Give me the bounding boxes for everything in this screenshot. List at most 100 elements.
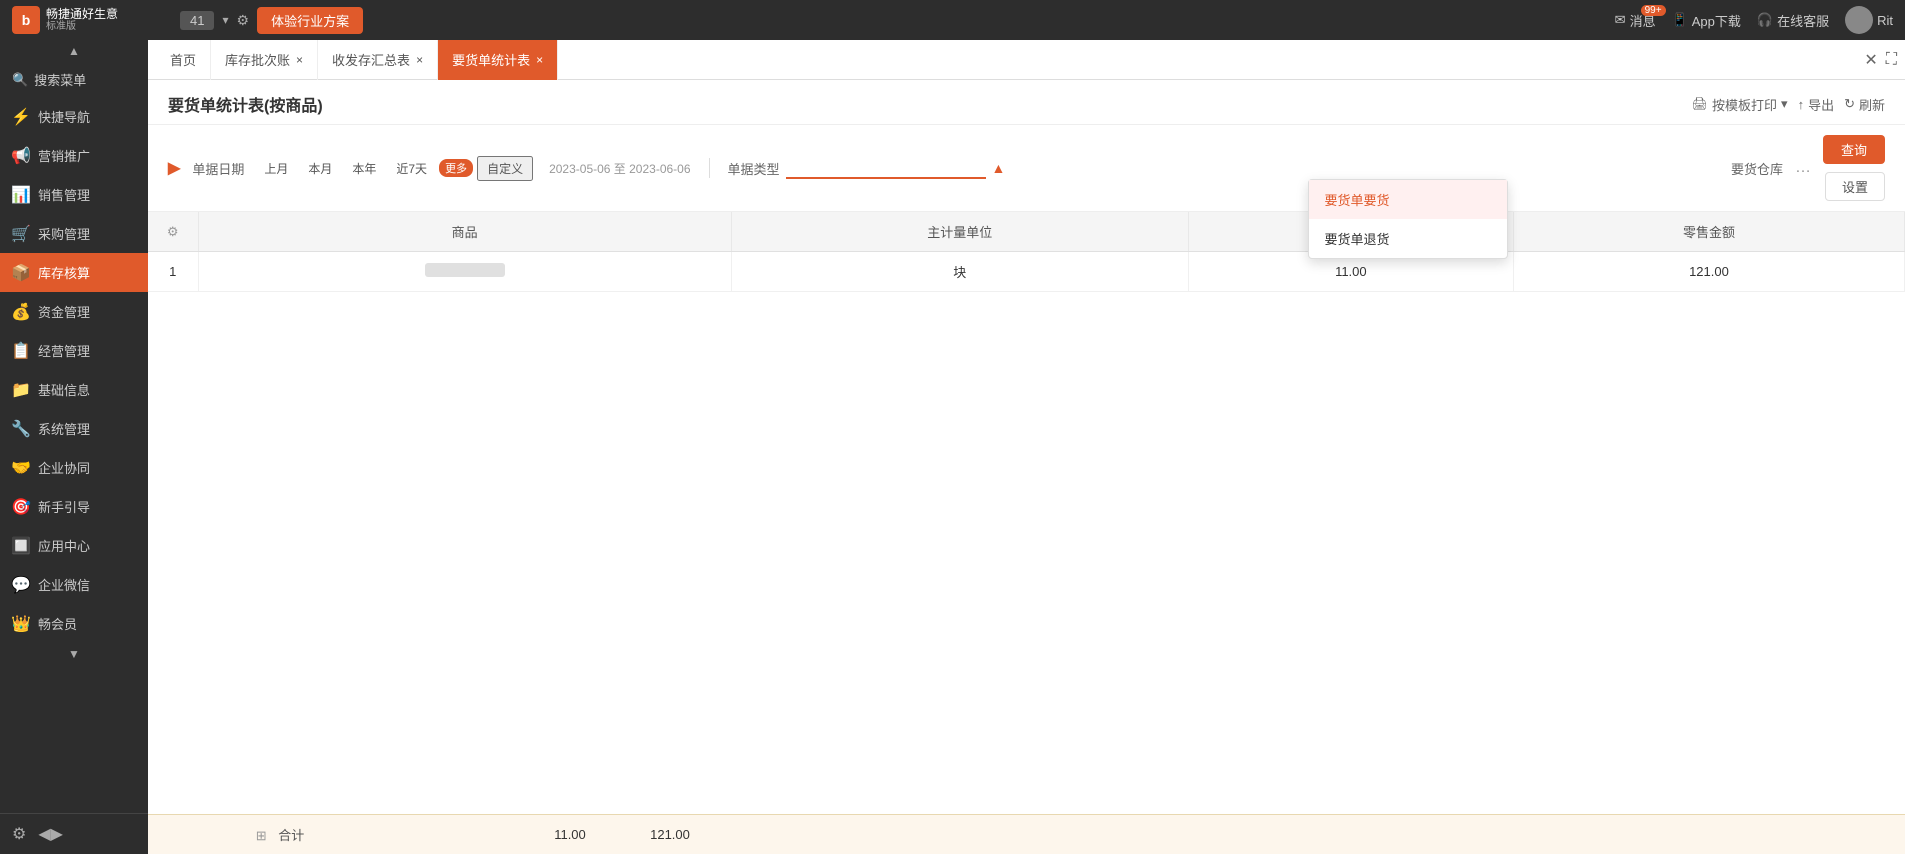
date-filter-label: 单据日期 xyxy=(192,159,244,178)
query-button[interactable]: 查询 xyxy=(1823,135,1885,164)
filter-bar: ▶ 单据日期 上月 本月 本年 近7天 更多 自定义 2023-05-06 至 … xyxy=(148,125,1905,212)
sidebar-item-enterprise[interactable]: 🤝 企业协同 xyxy=(0,448,148,487)
th-gear[interactable]: ⚙ xyxy=(148,212,198,252)
tab-label: 要货单统计表 xyxy=(452,50,530,69)
settings-button[interactable]: 设置 xyxy=(1825,172,1885,201)
content-area: 首页 库存批次账 × 收发存汇总表 × 要货单统计表 × ✕ ⛶ 要 xyxy=(148,40,1905,854)
tab-receive-summary[interactable]: 收发存汇总表 × xyxy=(318,40,438,80)
tab-bar-close-icon[interactable]: ✕ xyxy=(1864,50,1877,70)
th-amount: 零售金额 xyxy=(1513,212,1904,252)
tab-order-stats[interactable]: 要货单统计表 × xyxy=(438,40,558,80)
trial-button[interactable]: 体验行业方案 xyxy=(257,7,363,34)
dropdown-item-order-return[interactable]: 要货单退货 xyxy=(1309,219,1507,258)
dropdown-item-order-goods[interactable]: 要货单要货 xyxy=(1309,180,1507,219)
settings-icon[interactable]: ⚙ xyxy=(12,824,26,844)
warehouse-filter-label: 要货仓库 xyxy=(1731,159,1783,178)
sidebar-scroll-up[interactable]: ▲ xyxy=(0,40,148,62)
page-header: 要货单统计表(按商品) 🖨 按模板打印 ▾ ↑ 导出 ↻ 刷新 xyxy=(148,80,1905,125)
print-icon: 🖨 xyxy=(1692,96,1709,112)
date-prev-month[interactable]: 上月 xyxy=(256,158,296,179)
table-area: ⚙ 商品 主计量单位 主数量 零售金额 1 xyxy=(148,212,1905,814)
table-settings-icon[interactable]: ⚙ xyxy=(167,224,179,239)
tab-dropdown-arrow[interactable]: ▾ xyxy=(222,13,228,27)
message-icon: ✉ xyxy=(1615,12,1626,28)
sidebar-item-basic[interactable]: 📁 基础信息 xyxy=(0,370,148,409)
warehouse-more-icon[interactable]: … xyxy=(1795,159,1811,177)
footer-qty: 11.00 xyxy=(520,827,620,842)
sidebar-item-inventory[interactable]: 📦 库存核算 xyxy=(0,253,148,292)
tab-bar: 首页 库存批次账 × 收发存汇总表 × 要货单统计表 × ✕ ⛶ xyxy=(148,40,1905,80)
user-area[interactable]: Rit xyxy=(1845,6,1893,34)
system-icon: 🔧 xyxy=(12,420,30,438)
tab-home[interactable]: 首页 xyxy=(156,40,211,80)
date-last-7days[interactable]: 近7天 xyxy=(388,158,435,179)
type-filter-input[interactable] xyxy=(786,158,986,179)
refresh-button[interactable]: ↻ 刷新 xyxy=(1844,95,1885,114)
tab-close-icon[interactable]: × xyxy=(536,53,543,67)
logo-icon: b xyxy=(12,6,40,34)
sidebar-item-system[interactable]: 🔧 系统管理 xyxy=(0,409,148,448)
service-label: 在线客服 xyxy=(1777,11,1829,30)
sidebar-item-marketing[interactable]: 📢 营销推广 xyxy=(0,136,148,175)
print-button[interactable]: 🖨 按模板打印 ▾ xyxy=(1692,95,1788,114)
sidebar-item-purchase[interactable]: 🛒 采购管理 xyxy=(0,214,148,253)
operation-icon: 📋 xyxy=(12,342,30,360)
sidebar-item-label: 快捷导航 xyxy=(38,107,90,126)
table-header-row: ⚙ 商品 主计量单位 主数量 零售金额 xyxy=(148,212,1905,252)
sidebar-item-wechat[interactable]: 💬 企业微信 xyxy=(0,565,148,604)
sidebar-item-label: 新手引导 xyxy=(38,497,90,516)
filter-expand-icon[interactable]: ▶ xyxy=(168,158,180,178)
sidebar-item-finance[interactable]: 💰 资金管理 xyxy=(0,292,148,331)
sidebar-item-sales[interactable]: 📊 销售管理 xyxy=(0,175,148,214)
sidebar-item-newbie[interactable]: 🎯 新手引导 xyxy=(0,487,148,526)
tab-bar-right: ✕ ⛶ xyxy=(1864,50,1897,70)
sidebar-item-operation[interactable]: 📋 经营管理 xyxy=(0,331,148,370)
date-more-badge[interactable]: 更多 xyxy=(439,159,473,177)
service-icon: 🎧 xyxy=(1757,12,1773,28)
date-this-month[interactable]: 本月 xyxy=(300,158,340,179)
date-custom[interactable]: 自定义 xyxy=(477,156,533,181)
header-gear-icon[interactable]: ⚙ xyxy=(237,12,250,29)
online-service[interactable]: 🎧 在线客服 xyxy=(1757,11,1829,30)
sidebar-item-vip[interactable]: 👑 畅会员 xyxy=(0,604,148,643)
sidebar-item-quick-nav[interactable]: ⚡ 快捷导航 xyxy=(0,97,148,136)
sidebar-item-label: 营销推广 xyxy=(38,146,90,165)
collapse-icon[interactable]: ◀▶ xyxy=(38,824,63,844)
finance-icon: 💰 xyxy=(12,303,30,321)
sidebar: ▲ 🔍 搜索菜单 ⚡ 快捷导航 📢 营销推广 📊 销售管理 🛒 采购管理 📦 库… xyxy=(0,40,148,854)
message-badge: 99+ xyxy=(1641,5,1666,16)
avatar xyxy=(1845,6,1873,34)
page-content: 要货单统计表(按商品) 🖨 按模板打印 ▾ ↑ 导出 ↻ 刷新 xyxy=(148,80,1905,854)
sidebar-item-appstore[interactable]: 🔲 应用中心 xyxy=(0,526,148,565)
sidebar-item-label: 企业微信 xyxy=(38,575,90,594)
tab-home-label: 首页 xyxy=(170,50,196,69)
tab-close-icon[interactable]: × xyxy=(416,53,423,67)
app-icon: 📱 xyxy=(1672,12,1688,28)
footer-label-gear: ⊞ xyxy=(256,828,267,843)
cell-amount: 121.00 xyxy=(1513,252,1904,292)
footer-label-text: 合计 xyxy=(278,828,304,843)
sidebar-item-label: 系统管理 xyxy=(38,419,90,438)
export-button[interactable]: ↑ 导出 xyxy=(1798,95,1835,114)
header-right: ✉ 消息 99+ 📱 App下载 🎧 在线客服 Rit xyxy=(1615,6,1893,34)
enterprise-icon: 🤝 xyxy=(12,459,30,477)
sidebar-item-label: 库存核算 xyxy=(38,263,90,282)
top-header: b 畅捷通好生意 标准版 41 ▾ ⚙ 体验行业方案 ✉ 消息 99+ 📱 Ap… xyxy=(0,0,1905,40)
tab-close-icon[interactable]: × xyxy=(296,53,303,67)
tab-bar-expand-icon[interactable]: ⛶ xyxy=(1886,51,1897,69)
newbie-icon: 🎯 xyxy=(12,498,30,516)
refresh-icon: ↻ xyxy=(1844,96,1855,112)
th-product: 商品 xyxy=(198,212,731,252)
tab-inventory-batch[interactable]: 库存批次账 × xyxy=(211,40,318,80)
date-buttons: 上月 本月 本年 近7天 更多 自定义 xyxy=(256,156,533,181)
cell-product xyxy=(198,252,731,292)
date-this-year[interactable]: 本年 xyxy=(344,158,384,179)
sidebar-search[interactable]: 🔍 搜索菜单 xyxy=(0,62,148,97)
print-dropdown-icon[interactable]: ▾ xyxy=(1781,96,1788,112)
message-area[interactable]: ✉ 消息 99+ xyxy=(1615,11,1656,30)
wechat-icon: 💬 xyxy=(12,576,30,594)
sidebar-scroll-down[interactable]: ▼ xyxy=(0,643,148,665)
data-table: ⚙ 商品 主计量单位 主数量 零售金额 1 xyxy=(148,212,1905,292)
type-dropdown-chevron[interactable]: ▲ xyxy=(992,160,1006,176)
app-download[interactable]: 📱 App下载 xyxy=(1672,11,1741,30)
